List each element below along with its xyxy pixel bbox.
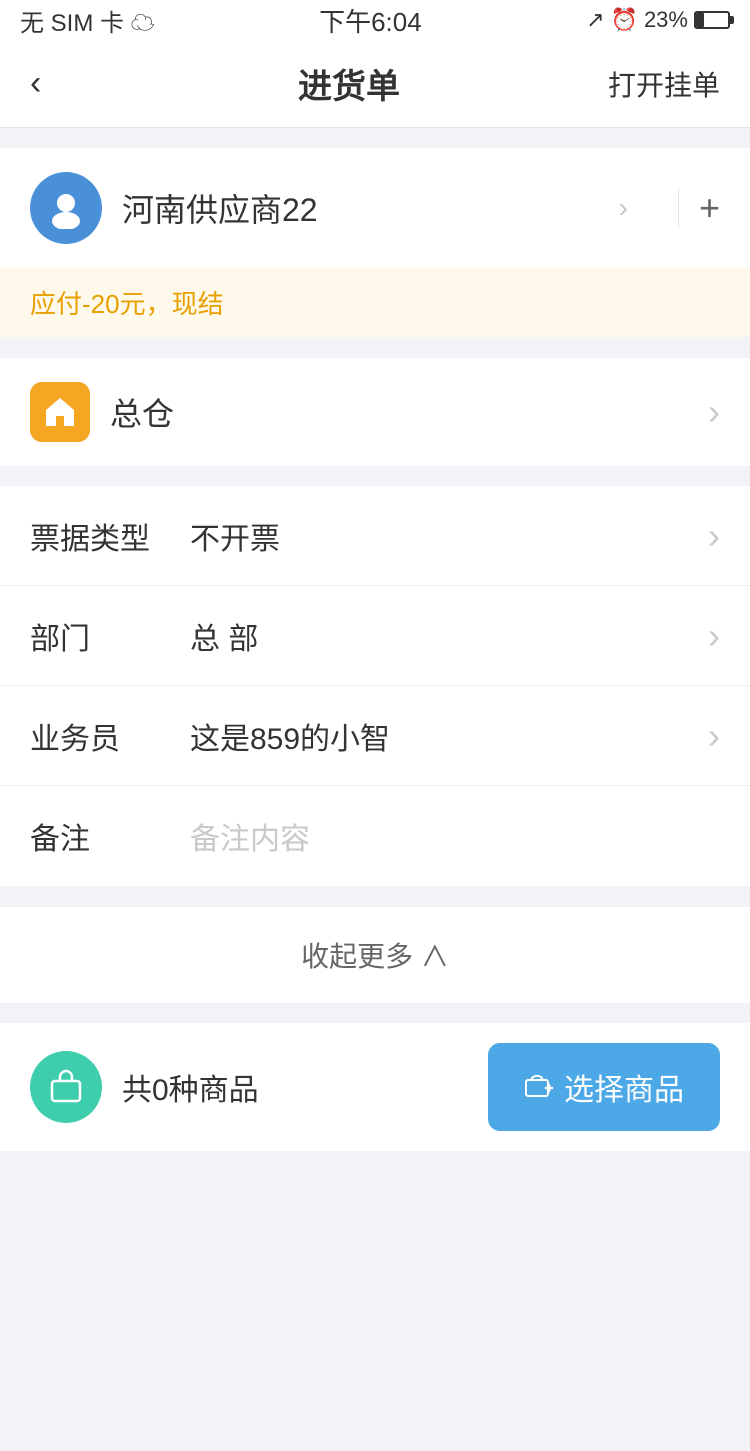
collapse-label: 收起更多 ∧ xyxy=(301,935,449,975)
department-label: 部门 xyxy=(30,614,190,658)
invoice-type-row[interactable]: 票据类型 不开票 xyxy=(0,486,750,586)
back-button[interactable]: ‹ xyxy=(30,64,90,103)
bottom-bar: 共0种商品 选择商品 xyxy=(0,1023,750,1151)
status-left: 无 SIM 卡 ☁ xyxy=(20,3,155,38)
alert-banner: 应付-20元，现结 xyxy=(0,268,750,337)
remarks-label: 备注 xyxy=(30,814,190,858)
person-icon xyxy=(45,187,87,229)
form-section: 票据类型 不开票 部门 总 部 业务员 这是859的小智 备注 备注内容 xyxy=(0,486,750,886)
cart-icon xyxy=(46,1067,86,1107)
select-product-label: 选择商品 xyxy=(564,1065,684,1109)
department-value: 总 部 xyxy=(190,614,708,658)
home-icon xyxy=(42,394,78,430)
supplier-avatar xyxy=(30,172,102,244)
select-product-button[interactable]: 选择商品 xyxy=(488,1043,720,1131)
status-right: ↗ ⏰ 23% xyxy=(586,7,730,33)
add-supplier-button[interactable]: + xyxy=(699,187,720,229)
salesperson-value: 这是859的小智 xyxy=(190,714,708,758)
department-row[interactable]: 部门 总 部 xyxy=(0,586,750,686)
page-background xyxy=(0,1151,750,1451)
warehouse-section: 总仓 xyxy=(0,357,750,466)
collapse-row[interactable]: 收起更多 ∧ xyxy=(0,906,750,1003)
invoice-type-arrow xyxy=(708,515,720,557)
status-time: 下午6:04 xyxy=(319,2,422,39)
supplier-divider xyxy=(678,188,679,228)
supplier-row[interactable]: 河南供应商22 › + xyxy=(0,148,750,268)
product-count: 共0种商品 xyxy=(122,1065,468,1109)
invoice-type-value: 不开票 xyxy=(190,514,708,558)
nav-bar: ‹ 进货单 打开挂单 xyxy=(0,40,750,128)
department-arrow xyxy=(708,615,720,657)
salesperson-arrow xyxy=(708,715,720,757)
remarks-value: 备注内容 xyxy=(190,814,720,858)
alarm-icon: ⏰ xyxy=(611,7,638,33)
salesperson-label: 业务员 xyxy=(30,714,190,758)
invoice-type-label: 票据类型 xyxy=(30,514,190,558)
sim-label: 无 SIM 卡 ☁ xyxy=(20,3,155,38)
product-icon xyxy=(30,1051,102,1123)
section-gap-1 xyxy=(0,128,750,148)
battery-label: 23% xyxy=(644,7,688,33)
page-title: 进货单 xyxy=(298,59,400,108)
warehouse-arrow-icon xyxy=(708,391,720,433)
warehouse-row[interactable]: 总仓 xyxy=(0,357,750,466)
status-bar: 无 SIM 卡 ☁ 下午6:04 ↗ ⏰ 23% xyxy=(0,0,750,40)
remarks-row[interactable]: 备注 备注内容 xyxy=(0,786,750,886)
battery-icon xyxy=(694,11,730,29)
location-icon: ↗ xyxy=(586,7,604,33)
supplier-section: 河南供应商22 › + 应付-20元，现结 xyxy=(0,148,750,337)
warehouse-icon xyxy=(30,382,90,442)
supplier-name: 河南供应商22 xyxy=(122,185,619,231)
section-gap-2 xyxy=(0,337,750,357)
open-pending-button[interactable]: 打开挂单 xyxy=(608,64,720,104)
warehouse-name: 总仓 xyxy=(110,389,708,435)
salesperson-row[interactable]: 业务员 这是859的小智 xyxy=(0,686,750,786)
add-cart-icon xyxy=(524,1072,554,1102)
supplier-arrow-icon: › xyxy=(619,192,628,224)
